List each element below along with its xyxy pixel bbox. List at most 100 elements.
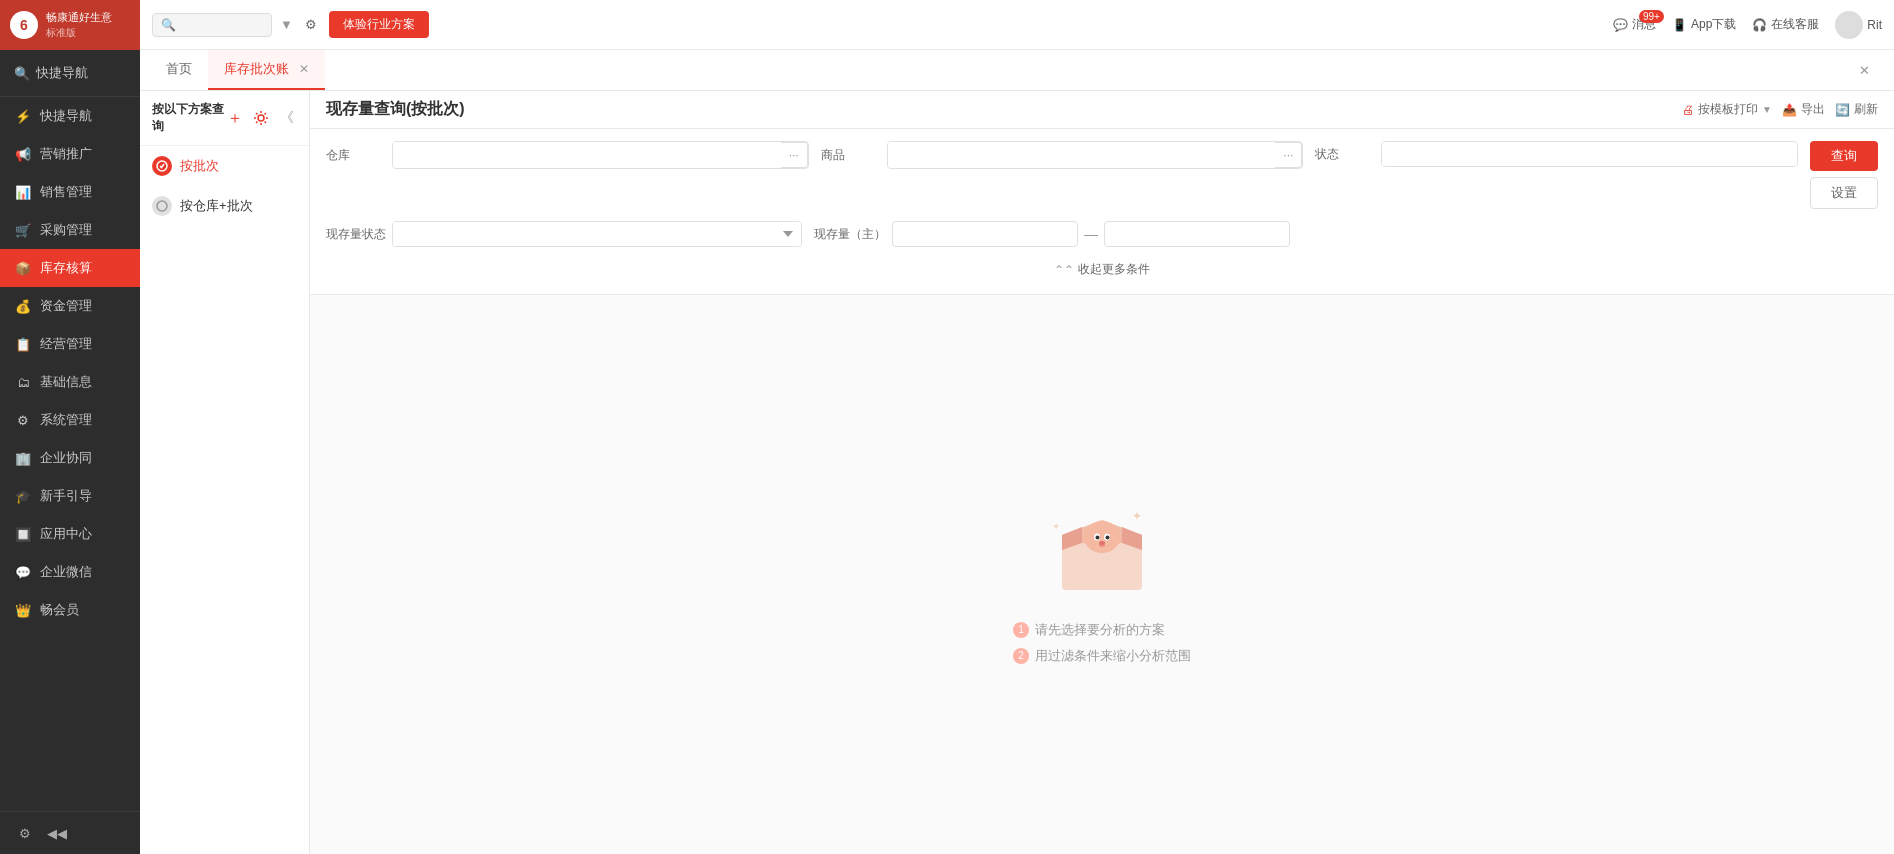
sidebar-item-sales[interactable]: 📊 销售管理 bbox=[0, 173, 140, 211]
svg-point-12 bbox=[1096, 535, 1100, 539]
search-menu-item[interactable]: 🔍 快捷导航 bbox=[10, 58, 130, 88]
app-name: 畅康通好生意 bbox=[46, 10, 112, 25]
sidebar-item-system[interactable]: ⚙ 系统管理 bbox=[0, 401, 140, 439]
purchase-icon: 🛒 bbox=[14, 221, 32, 239]
marketing-label: 营销推广 bbox=[40, 145, 92, 163]
empty-state: ✦ ✦ 1 请先选择要分析的方案 2 用过滤条件来缩小分析范围 bbox=[310, 295, 1894, 854]
close-all-tabs-icon[interactable]: ✕ bbox=[1845, 53, 1884, 88]
sidebar-item-guide[interactable]: 🎓 新手引导 bbox=[0, 477, 140, 515]
topbar-right: 💬 消息 99+ 📱 App下载 🎧 在线客服 Rit bbox=[1613, 11, 1882, 39]
print-btn[interactable]: 🖨 按模板打印 ▼ bbox=[1682, 101, 1772, 118]
topbar: 🔍 ▼ ⚙ 体验行业方案 💬 消息 99+ 📱 App下载 🎧 在线客服 bbox=[140, 0, 1894, 50]
warehouse-dots-btn[interactable]: ··· bbox=[781, 142, 808, 168]
system-icon: ⚙ bbox=[14, 411, 32, 429]
page-title: 现存量查询(按批次) bbox=[326, 99, 465, 120]
sidebar-item-enterprise[interactable]: 🏢 企业协同 bbox=[0, 439, 140, 477]
guide-label: 新手引导 bbox=[40, 487, 92, 505]
stock-main-dash: — bbox=[1084, 226, 1098, 242]
sidebar-item-appstore[interactable]: 🔲 应用中心 bbox=[0, 515, 140, 553]
empty-hint-1: 1 请先选择要分析的方案 bbox=[1013, 621, 1191, 639]
topbar-settings-icon[interactable]: ⚙ bbox=[301, 15, 321, 35]
export-label: 导出 bbox=[1801, 101, 1825, 118]
svg-point-7 bbox=[1084, 521, 1120, 553]
message-item[interactable]: 💬 消息 99+ bbox=[1613, 16, 1656, 33]
stock-main-to-input[interactable] bbox=[1104, 221, 1290, 247]
stock-main-from-input[interactable] bbox=[892, 221, 1078, 247]
refresh-btn[interactable]: 🔄 刷新 bbox=[1835, 101, 1878, 118]
enterprise-label: 企业协同 bbox=[40, 449, 92, 467]
goods-dots-btn[interactable]: ··· bbox=[1275, 142, 1302, 168]
experience-btn[interactable]: 体验行业方案 bbox=[329, 11, 429, 38]
sidebar-item-inventory[interactable]: 📦 库存核算 bbox=[0, 249, 140, 287]
sidebar-search-section[interactable]: 🔍 快捷导航 bbox=[0, 50, 140, 97]
scheme-icon-by-batch bbox=[152, 156, 172, 176]
settings-footer-icon[interactable]: ⚙ bbox=[14, 822, 36, 844]
sidebar-item-operations[interactable]: 📋 经营管理 bbox=[0, 325, 140, 363]
scheme-item-by-batch[interactable]: 按批次 bbox=[140, 146, 309, 186]
warehouse-input[interactable] bbox=[393, 142, 781, 168]
stock-status-label: 现存量状态 bbox=[326, 226, 386, 243]
status-select[interactable] bbox=[1382, 142, 1797, 166]
hint-text-2: 用过滤条件来缩小分析范围 bbox=[1035, 647, 1191, 665]
print-dropdown-icon[interactable]: ▼ bbox=[1762, 104, 1772, 115]
sidebar-item-member[interactable]: 👑 畅会员 bbox=[0, 591, 140, 629]
tab-inventory-batch[interactable]: 库存批次账 ✕ bbox=[208, 50, 325, 90]
left-panel-header: 按以下方案查询 ＋ 《 bbox=[140, 91, 309, 146]
collapse-filter-btn[interactable]: ⌃⌃ 收起更多条件 bbox=[1046, 257, 1158, 282]
sidebar-item-shortcuts[interactable]: ⚡ 快捷导航 bbox=[0, 97, 140, 135]
filter-action-buttons: 查询 设置 bbox=[1810, 141, 1878, 209]
operations-icon: 📋 bbox=[14, 335, 32, 353]
sidebar-header: 6 畅康通好生意 标准版 bbox=[0, 0, 140, 50]
sidebar-item-purchase[interactable]: 🛒 采购管理 bbox=[0, 211, 140, 249]
app-version: 标准版 bbox=[46, 26, 112, 40]
member-label: 畅会员 bbox=[40, 601, 79, 619]
left-panel-actions: ＋ 《 bbox=[225, 108, 297, 128]
add-scheme-btn[interactable]: ＋ bbox=[225, 108, 245, 128]
collapse-panel-btn[interactable]: 《 bbox=[277, 108, 297, 128]
search-menu-label: 快捷导航 bbox=[36, 64, 88, 82]
sidebar-item-wechat[interactable]: 💬 企业微信 bbox=[0, 553, 140, 591]
topbar-search-box[interactable]: 🔍 bbox=[152, 13, 272, 37]
app-download-item[interactable]: 📱 App下载 bbox=[1672, 16, 1736, 33]
finance-icon: 💰 bbox=[14, 297, 32, 315]
scheme-item-by-warehouse-batch[interactable]: 按仓库+批次 bbox=[140, 186, 309, 226]
scheme-icon-by-warehouse-batch bbox=[152, 196, 172, 216]
goods-filter: 商品 ··· bbox=[821, 141, 1304, 169]
member-icon: 👑 bbox=[14, 601, 32, 619]
svg-text:✦: ✦ bbox=[1132, 509, 1142, 523]
export-btn[interactable]: 📤 导出 bbox=[1782, 101, 1825, 118]
sidebar-item-finance[interactable]: 💰 资金管理 bbox=[0, 287, 140, 325]
stock-main-filter: 现存量（主） — bbox=[814, 221, 1290, 247]
topbar-search-input[interactable] bbox=[180, 18, 260, 32]
stock-status-select[interactable] bbox=[393, 222, 801, 246]
topbar-dropdown-icon[interactable]: ▼ bbox=[280, 17, 293, 32]
enterprise-icon: 🏢 bbox=[14, 449, 32, 467]
collapse-up-icon: ⌃⌃ bbox=[1054, 263, 1074, 277]
marketing-icon: 📢 bbox=[14, 145, 32, 163]
online-service-label: 在线客服 bbox=[1771, 16, 1819, 33]
collapse-sidebar-icon[interactable]: ◀◀ bbox=[46, 822, 68, 844]
sales-icon: 📊 bbox=[14, 183, 32, 201]
refresh-label: 刷新 bbox=[1854, 101, 1878, 118]
settings-button[interactable]: 设置 bbox=[1810, 177, 1878, 209]
goods-filter-label: 商品 bbox=[821, 147, 881, 164]
main-content: 🔍 ▼ ⚙ 体验行业方案 💬 消息 99+ 📱 App下载 🎧 在线客服 bbox=[140, 0, 1894, 854]
guide-icon: 🎓 bbox=[14, 487, 32, 505]
tab-close-icon[interactable]: ✕ bbox=[299, 62, 309, 76]
settings-scheme-btn[interactable] bbox=[251, 108, 271, 128]
query-button[interactable]: 查询 bbox=[1810, 141, 1878, 171]
goods-input[interactable] bbox=[888, 142, 1276, 168]
finance-label: 资金管理 bbox=[40, 297, 92, 315]
sidebar-item-basic[interactable]: 🗂 基础信息 bbox=[0, 363, 140, 401]
scheme-label-by-batch: 按批次 bbox=[180, 157, 219, 175]
wechat-label: 企业微信 bbox=[40, 563, 92, 581]
tab-home[interactable]: 首页 bbox=[150, 50, 208, 90]
sidebar-item-marketing[interactable]: 📢 营销推广 bbox=[0, 135, 140, 173]
stock-main-label: 现存量（主） bbox=[814, 226, 886, 243]
user-item[interactable]: Rit bbox=[1835, 11, 1882, 39]
online-service-item[interactable]: 🎧 在线客服 bbox=[1752, 16, 1819, 33]
appstore-icon: 🔲 bbox=[14, 525, 32, 543]
goods-input-wrapper: ··· bbox=[887, 141, 1304, 169]
print-icon: 🖨 bbox=[1682, 103, 1694, 117]
inventory-label: 库存核算 bbox=[40, 259, 92, 277]
